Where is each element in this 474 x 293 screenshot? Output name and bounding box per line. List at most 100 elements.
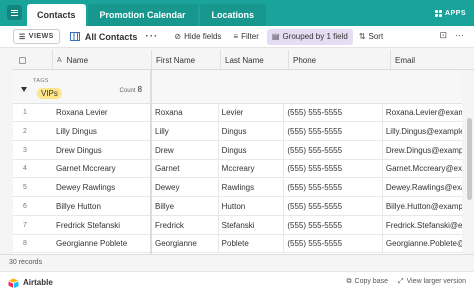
table-row[interactable]: 7 Fredrick Stefanski bbox=[13, 217, 150, 235]
row-number: 8 bbox=[23, 240, 27, 248]
airtable-logo[interactable]: Airtable bbox=[8, 278, 53, 288]
column-header-first-name[interactable]: First Name bbox=[152, 50, 221, 70]
grid-view-icon bbox=[69, 32, 80, 41]
table-row[interactable]: Garnet Mccreary (555) 555-5555 Garnet.Mccre… bbox=[152, 159, 462, 179]
name-cell[interactable]: Roxana Levier bbox=[53, 108, 108, 117]
table-row[interactable]: 5 Dewey Rawlings bbox=[13, 179, 150, 197]
collapse-caret-icon[interactable] bbox=[21, 87, 27, 92]
group-value-pill: VIPs bbox=[37, 88, 62, 99]
email-cell[interactable]: Billye.Hutton@example bbox=[383, 197, 462, 215]
eye-slash-icon: ⊘ bbox=[174, 32, 182, 41]
column-header-email[interactable]: Email bbox=[391, 50, 474, 70]
view-more-button[interactable]: ··· bbox=[145, 31, 158, 42]
phone-cell[interactable]: (555) 555-5555 bbox=[284, 234, 383, 253]
first-name-cell[interactable]: Dewey bbox=[152, 178, 219, 197]
views-button[interactable]: ☰ VIEWS bbox=[13, 29, 60, 44]
table-row[interactable]: Billye Hutton (555) 555-5555 Billye.Hutton@… bbox=[152, 197, 462, 216]
phone-cell[interactable]: (555) 555-5555 bbox=[284, 178, 383, 197]
brand-name: Airtable bbox=[23, 278, 53, 287]
group-header-spacer bbox=[152, 70, 462, 104]
email-cell[interactable]: Drew.Dingus@example.c bbox=[383, 141, 462, 159]
email-cell[interactable]: Garnet.Mccreary@exam bbox=[383, 160, 462, 178]
view-name[interactable]: All Contacts bbox=[85, 32, 138, 42]
views-label: VIEWS bbox=[28, 33, 54, 40]
first-name-cell[interactable]: Lilly bbox=[152, 122, 219, 141]
more-options-icon[interactable]: ⋯ bbox=[455, 30, 464, 41]
copy-icon: ⧉ bbox=[346, 278, 352, 285]
first-name-cell[interactable]: Georgianne bbox=[152, 234, 219, 253]
tab-promotion-calendar[interactable]: Promotion Calendar bbox=[87, 4, 198, 26]
table-row[interactable]: Roxana Levier (555) 555-5555 Roxana.Levier@… bbox=[152, 103, 462, 122]
tab-contacts[interactable]: Contacts bbox=[27, 4, 86, 26]
column-label: Last Name bbox=[225, 55, 264, 65]
last-name-cell[interactable]: Mccreary bbox=[219, 159, 285, 178]
column-label: Name bbox=[66, 55, 89, 65]
phone-cell[interactable]: (555) 555-5555 bbox=[284, 103, 383, 122]
phone-cell[interactable]: (555) 555-5555 bbox=[284, 122, 383, 141]
email-cell[interactable]: Fredrick.Stefanski@exa bbox=[383, 216, 462, 234]
first-name-cell[interactable]: Drew bbox=[152, 141, 219, 159]
filter-button[interactable]: ≡ Filter bbox=[229, 29, 262, 45]
view-toolbar: ☰ VIEWS All Contacts ··· ⊘ Hide fields ≡… bbox=[0, 26, 474, 48]
last-name-cell[interactable]: Dingus bbox=[219, 122, 285, 141]
last-name-cell[interactable]: Rawlings bbox=[219, 178, 285, 197]
tab-locations[interactable]: Locations bbox=[199, 4, 267, 26]
email-cell[interactable]: Dewey.Rawlings@exampl bbox=[383, 179, 462, 197]
name-cell[interactable]: Georgianne Poblete bbox=[53, 239, 127, 248]
table-row[interactable]: Lilly Dingus (555) 555-5555 Lilly.Dingus@ex… bbox=[152, 122, 462, 141]
table-row[interactable]: 1 Roxana Levier bbox=[13, 104, 150, 122]
name-cell[interactable]: Dewey Rawlings bbox=[53, 183, 115, 192]
table-row[interactable]: Drew Dingus (555) 555-5555 Drew.Dingus@exam… bbox=[152, 141, 462, 160]
first-name-cell[interactable]: Billye bbox=[152, 197, 219, 216]
record-count: 30 records bbox=[9, 259, 43, 266]
copy-base-label: Copy base bbox=[354, 278, 388, 285]
first-name-cell[interactable]: Roxana bbox=[152, 103, 219, 122]
phone-cell[interactable]: (555) 555-5555 bbox=[284, 159, 383, 178]
table-row[interactable]: 6 Billye Hutton bbox=[13, 198, 150, 216]
last-name-cell[interactable]: Hutton bbox=[219, 197, 285, 216]
apps-button[interactable]: APPS bbox=[434, 10, 466, 17]
column-header-last-name[interactable]: Last Name bbox=[221, 50, 289, 70]
phone-cell[interactable]: (555) 555-5555 bbox=[284, 197, 383, 216]
table-row[interactable]: 8 Georgianne Poblete bbox=[13, 235, 150, 254]
column-header-phone[interactable]: Phone bbox=[289, 50, 391, 70]
name-cell[interactable]: Drew Dingus bbox=[53, 146, 102, 155]
phone-cell[interactable]: (555) 555-5555 bbox=[284, 216, 383, 234]
table-row[interactable]: Dewey Rawlings (555) 555-5555 Dewey.Rawling… bbox=[152, 178, 462, 197]
top-tab-bar: Contacts Promotion Calendar Locations AP… bbox=[0, 0, 474, 26]
last-name-cell[interactable]: Dingus bbox=[219, 141, 285, 159]
last-name-cell[interactable]: Stefanski bbox=[219, 216, 285, 234]
first-name-cell[interactable]: Garnet bbox=[152, 159, 219, 178]
hide-fields-button[interactable]: ⊘ Hide fields bbox=[170, 29, 225, 45]
last-name-cell[interactable]: Levier bbox=[219, 103, 285, 122]
table-row[interactable]: 3 Drew Dingus bbox=[13, 142, 150, 160]
email-cell[interactable]: Georgianne.Poblete@ex bbox=[383, 235, 462, 253]
name-cell[interactable]: Lilly Dingus bbox=[53, 127, 97, 136]
email-cell[interactable]: Lilly.Dingus@example bbox=[383, 122, 462, 140]
table-row[interactable]: 2 Lilly Dingus bbox=[13, 123, 150, 141]
column-header-name[interactable]: A Name bbox=[53, 50, 152, 70]
filter-icon: ≡ bbox=[233, 32, 239, 41]
group-button[interactable]: ▤ Grouped by 1 field bbox=[266, 28, 353, 45]
table-row[interactable]: Georgianne Poblete (555) 555-5555 Georgiann… bbox=[152, 234, 462, 254]
views-menu-icon: ☰ bbox=[19, 33, 26, 41]
first-name-cell[interactable]: Fredrick bbox=[152, 216, 219, 234]
menu-icon[interactable] bbox=[7, 5, 22, 20]
last-name-cell[interactable]: Poblete bbox=[219, 234, 285, 253]
view-larger-link[interactable]: ⤢ View larger version bbox=[398, 278, 466, 286]
select-all-checkbox[interactable] bbox=[13, 50, 53, 70]
sort-button[interactable]: ⇅ Sort bbox=[355, 29, 387, 45]
column-label: Email bbox=[395, 55, 416, 65]
name-cell[interactable]: Billye Hutton bbox=[53, 202, 101, 211]
email-cell[interactable]: Roxana.Levier@example bbox=[383, 104, 462, 122]
name-cell[interactable]: Garnet Mccreary bbox=[53, 164, 116, 173]
row-number: 6 bbox=[23, 202, 27, 210]
vertical-scrollbar[interactable] bbox=[467, 118, 472, 200]
name-cell[interactable]: Fredrick Stefanski bbox=[53, 221, 120, 230]
copy-base-link[interactable]: ⧉ Copy base bbox=[347, 278, 388, 286]
table-row[interactable]: 4 Garnet Mccreary bbox=[13, 160, 150, 179]
color-icon[interactable]: ⊡ bbox=[439, 30, 447, 41]
group-header: TAGS VIPs Count 8 bbox=[13, 70, 150, 104]
table-row[interactable]: Fredrick Stefanski (555) 555-5555 Fredrick.… bbox=[152, 216, 462, 235]
phone-cell[interactable]: (555) 555-5555 bbox=[284, 141, 383, 159]
